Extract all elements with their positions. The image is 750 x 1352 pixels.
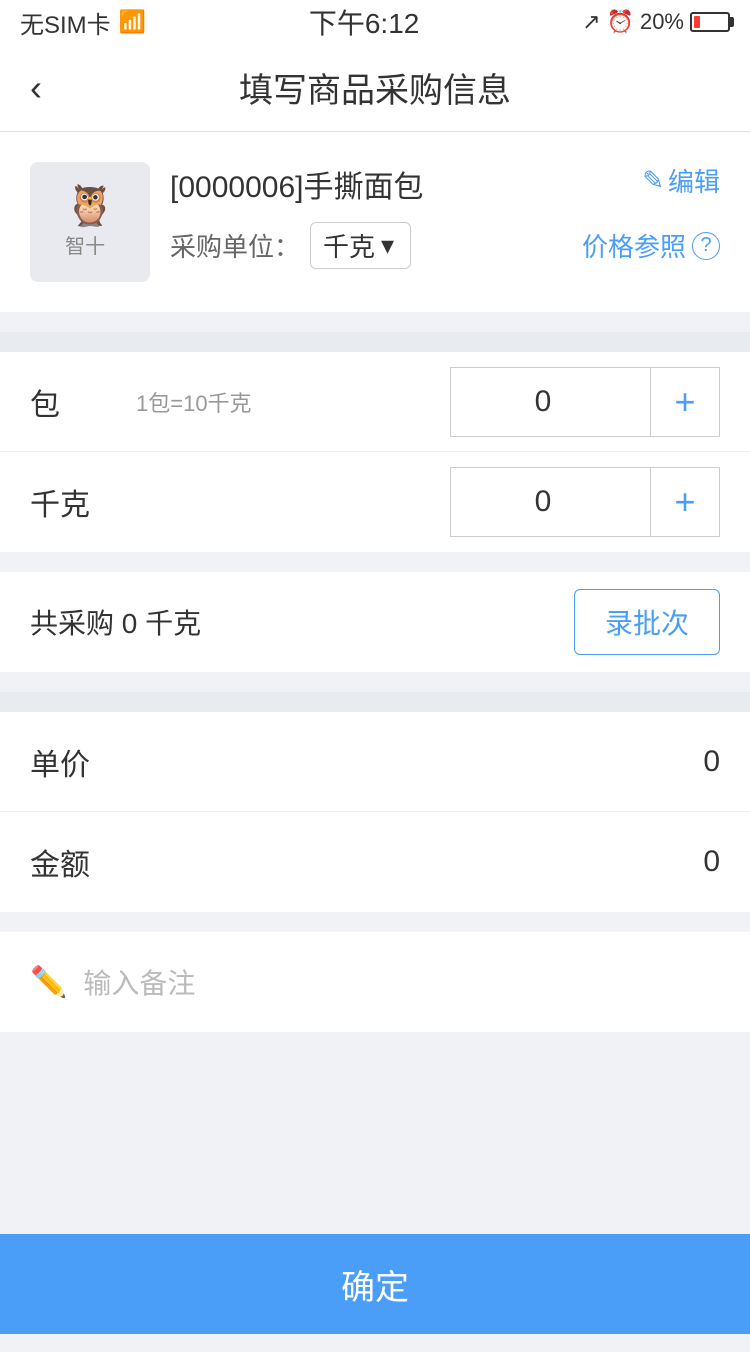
status-time: 下午6:12 [309,2,420,42]
bag-quantity-input[interactable] [450,367,650,437]
price-reference-button[interactable]: 价格参照 ? [582,227,720,264]
quantity-input-section: 包 1包=10千克 + 千克 + [0,352,750,552]
unit-price-value: 0 [703,745,720,779]
product-image: 🦉 智十 [30,162,150,282]
alarm-icon: ⏰ [607,9,634,35]
amount-row: 金额 0 [0,812,750,912]
product-logo-icon: 🦉 [65,186,115,226]
back-button[interactable]: ‹ [30,67,42,109]
note-placeholder: 输入备注 [83,962,195,1002]
battery-percent: 20% [640,9,684,35]
bag-plus-button[interactable]: + [650,367,720,437]
kg-plus-button[interactable]: + [650,467,720,537]
kg-input-wrap: + [450,467,720,537]
unit-price-row: 单价 0 [0,712,750,812]
pencil-icon: ✏️ [30,965,67,1000]
product-card: 🦉 智十 [0000006]手撕面包 ✎编辑 采购单位： 千克 ▾ 价格参照 ? [0,132,750,312]
kg-label: 千克 [30,480,130,524]
status-bar: 无SIM卡 📶 下午6:12 ↗ ⏰ 20% [0,0,750,44]
status-right: ↗ ⏰ 20% [582,9,730,35]
product-name-row: [0000006]手撕面包 ✎编辑 [170,162,720,206]
wifi-icon: 📶 [119,9,146,35]
purchase-unit-row: 采购单位： 千克 ▾ 价格参照 ? [170,222,720,269]
bag-sub-label: 1包=10千克 [136,386,252,418]
section-divider-1 [0,332,750,352]
chevron-down-icon: ▾ [381,230,394,261]
section-divider-2 [0,692,750,712]
kg-input-row: 千克 + [0,452,750,552]
kg-quantity-input[interactable] [450,467,650,537]
question-icon: ? [692,232,720,260]
record-batch-button[interactable]: 录批次 [574,589,720,655]
price-section: 单价 0 金额 0 [0,712,750,912]
bag-input-wrap: + [450,367,720,437]
confirm-label: 确定 [341,1260,409,1309]
battery-icon [690,12,730,32]
unit-select[interactable]: 千克 ▾ [310,222,411,269]
product-logo-text: 智十 [65,230,115,259]
location-icon: ↗ [582,9,600,35]
edit-button[interactable]: ✎编辑 [642,162,720,199]
product-info: [0000006]手撕面包 ✎编辑 采购单位： 千克 ▾ 价格参照 ? [170,162,720,269]
unit-price-label: 单价 [30,740,90,784]
product-name: [0000006]手撕面包 [170,162,423,206]
carrier-text: 无SIM卡 [20,5,111,40]
page-title: 填写商品采购信息 [239,63,511,112]
bag-input-row: 包 1包=10千克 + [0,352,750,452]
amount-label: 金额 [30,840,90,884]
unit-label: 采购单位： [170,227,300,264]
summary-section: 共采购 0 千克 录批次 [0,572,750,672]
confirm-bar[interactable]: 确定 [0,1234,750,1334]
battery-fill [694,16,700,28]
amount-value: 0 [703,845,720,879]
note-section[interactable]: ✏️ 输入备注 [0,932,750,1032]
page-header: ‹ 填写商品采购信息 [0,44,750,132]
status-left: 无SIM卡 📶 [20,5,146,40]
summary-text: 共采购 0 千克 [30,602,201,642]
bag-label: 包 [30,380,130,424]
